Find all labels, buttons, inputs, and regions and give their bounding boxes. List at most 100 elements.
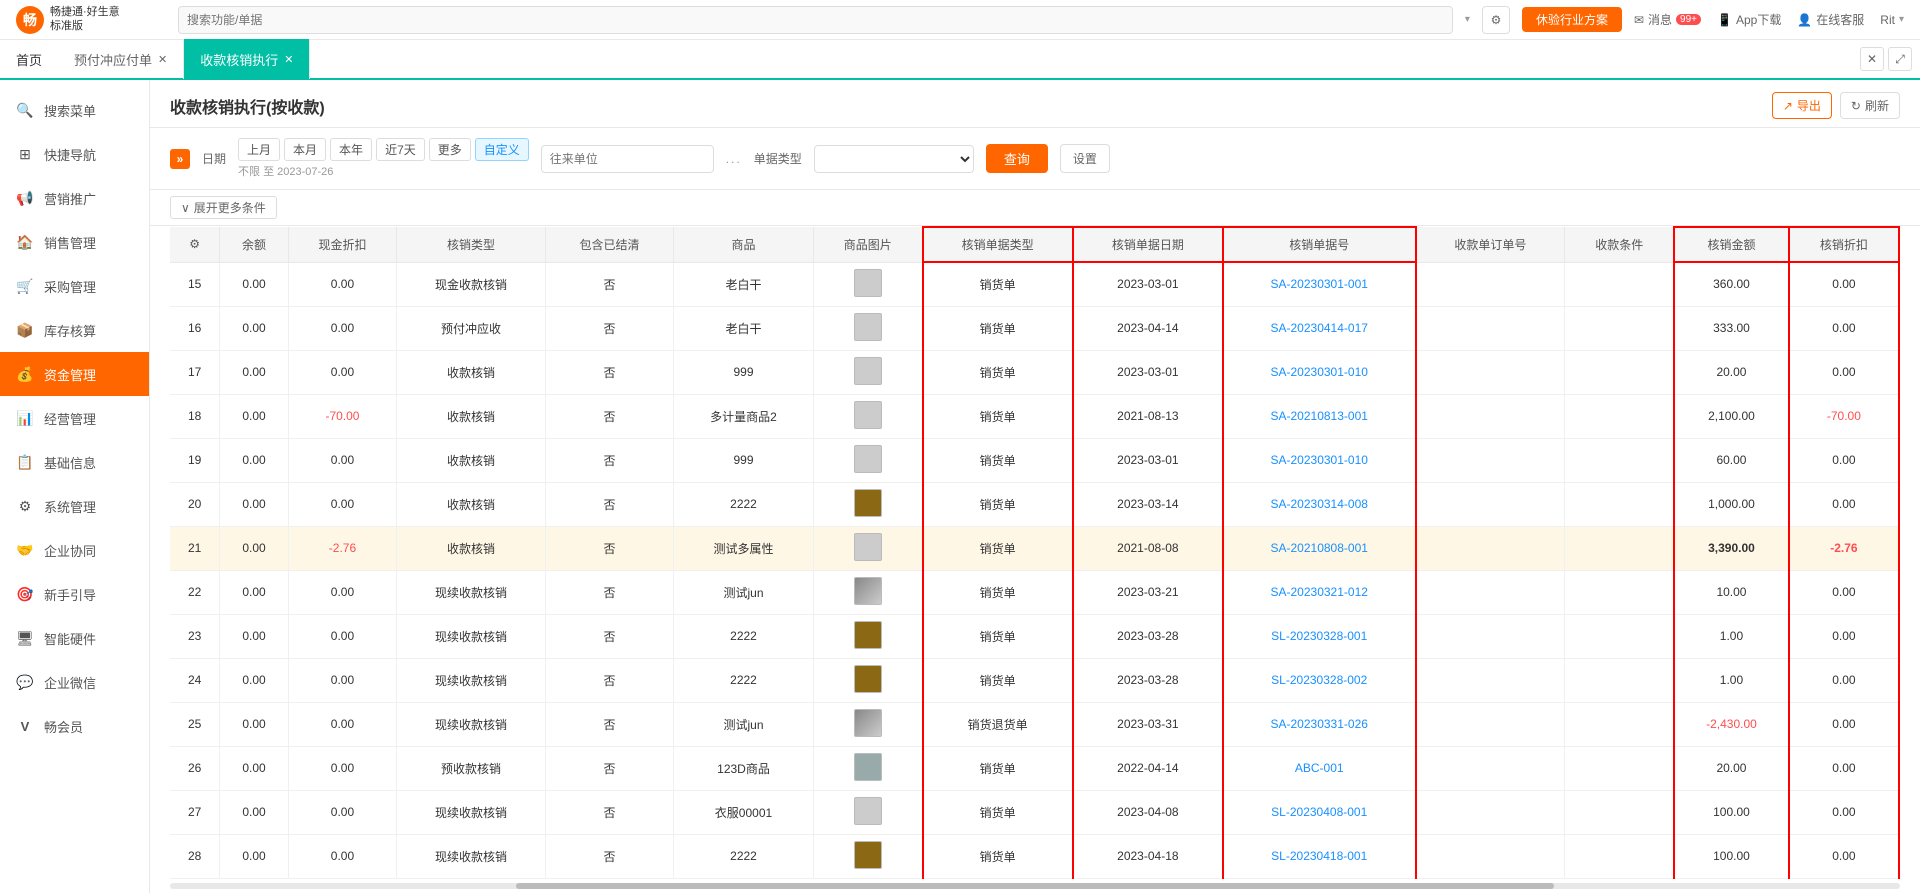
tab-prepay[interactable]: 预付冲应付单 ✕ [58, 39, 184, 79]
cell-voucher-date: 2023-03-21 [1073, 570, 1223, 614]
cell-settled: 否 [545, 262, 673, 306]
cell-type: 现续收款核销 [397, 834, 546, 878]
cell-balance: 0.00 [220, 350, 288, 394]
cell-voucher-no[interactable]: SA-20210808-001 [1223, 526, 1416, 570]
sidebar-item-system[interactable]: ⚙ 系统管理 [0, 484, 149, 528]
cell-condition [1565, 702, 1674, 746]
date-btn-this-month[interactable]: 本月 [284, 138, 326, 161]
cell-amount: 10.00 [1674, 570, 1789, 614]
date-btn-this-year[interactable]: 本年 [330, 138, 372, 161]
cell-amount: 3,390.00 [1674, 526, 1789, 570]
cell-voucher-no[interactable]: SA-20230301-001 [1223, 262, 1416, 306]
industry-solution-button[interactable]: 休验行业方案 [1522, 7, 1622, 32]
tab-close-button[interactable]: ✕ [1860, 47, 1884, 71]
cell-cash-discount: 0.00 [288, 614, 396, 658]
col-header-settings[interactable]: ⚙ [170, 227, 220, 262]
table-container: ⚙ 余额 现金折扣 核销类型 包含已结清 商品 商品图片 核销单据类型 核销单据… [150, 226, 1920, 879]
cell-voucher-no[interactable]: ABC-001 [1223, 746, 1416, 790]
tab-home[interactable]: 首页 [0, 39, 58, 79]
cell-voucher-no[interactable]: SA-20230331-026 [1223, 702, 1416, 746]
sidebar-item-finance[interactable]: 💰 资金管理 [0, 352, 149, 396]
cell-no: 28 [170, 834, 220, 878]
top-search-input[interactable] [178, 6, 1453, 34]
cell-receipt-no [1416, 570, 1565, 614]
cell-voucher-no[interactable]: SL-20230328-002 [1223, 658, 1416, 702]
cell-product: 999 [674, 350, 814, 394]
date-btn-more[interactable]: 更多 [429, 138, 471, 161]
filter-settings-button[interactable]: 设置 [1060, 144, 1110, 173]
cell-voucher-no[interactable]: SA-20210813-001 [1223, 394, 1416, 438]
sidebar-item-operation[interactable]: 📊 经营管理 [0, 396, 149, 440]
cell-voucher-no[interactable]: SA-20230314-008 [1223, 482, 1416, 526]
date-btn-7days[interactable]: 近7天 [376, 138, 425, 161]
basic-icon: 📋 [16, 453, 34, 471]
cell-product: 测试多属性 [674, 526, 814, 570]
sidebar-item-inventory[interactable]: 📦 库存核算 [0, 308, 149, 352]
cell-type: 现续收款核销 [397, 658, 546, 702]
cell-amount: 333.00 [1674, 306, 1789, 350]
tab-prepay-close[interactable]: ✕ [158, 53, 167, 66]
date-btn-custom[interactable]: 自定义 [475, 138, 529, 161]
cell-voucher-no[interactable]: SL-20230328-001 [1223, 614, 1416, 658]
expand-more-button[interactable]: ∨ 展开更多条件 [170, 196, 277, 219]
cell-type: 现金收款核销 [397, 262, 546, 306]
sidebar-item-sales[interactable]: 🏠 销售管理 [0, 220, 149, 264]
cell-balance: 0.00 [220, 614, 288, 658]
sidebar-item-nav[interactable]: ⊞ 快捷导航 [0, 132, 149, 176]
cell-type: 预收款核销 [397, 746, 546, 790]
voucher-type-label: 单据类型 [754, 150, 802, 167]
cell-settled: 否 [545, 350, 673, 394]
cell-voucher-no[interactable]: SL-20230418-001 [1223, 834, 1416, 878]
cell-receipt-no [1416, 790, 1565, 834]
search-dropdown-icon: ▾ [1465, 14, 1470, 25]
sidebar-item-wechat[interactable]: 💬 企业微信 [0, 660, 149, 704]
query-button[interactable]: 查询 [986, 144, 1048, 173]
voucher-type-select[interactable] [814, 145, 974, 173]
filter-expand-button[interactable]: » [170, 149, 190, 169]
cell-settled: 否 [545, 570, 673, 614]
sidebar-item-basic[interactable]: 📋 基础信息 [0, 440, 149, 484]
export-button[interactable]: ↗ 导出 [1772, 92, 1832, 119]
tab-receipt-cancel[interactable]: 收款核销执行 ✕ [184, 39, 310, 79]
sidebar-item-collab[interactable]: 🤝 企业协同 [0, 528, 149, 572]
table-row: 23 0.00 0.00 现续收款核销 否 2222 销货单 2023-03-2… [170, 614, 1899, 658]
cell-product-img [813, 746, 922, 790]
table-row: 19 0.00 0.00 收款核销 否 999 销货单 2023-03-01 S… [170, 438, 1899, 482]
tab-controls: ✕ ⤢ [1852, 47, 1920, 71]
user-menu[interactable]: Rit ▾ [1880, 13, 1904, 27]
cell-cash-discount: 0.00 [288, 746, 396, 790]
tab-receipt-cancel-close[interactable]: ✕ [284, 53, 293, 66]
data-table: ⚙ 余额 现金折扣 核销类型 包含已结清 商品 商品图片 核销单据类型 核销单据… [170, 226, 1900, 879]
settings-button[interactable]: ⚙ [1482, 6, 1510, 34]
sales-icon: 🏠 [16, 233, 34, 251]
cell-voucher-type: 销货单 [923, 306, 1073, 350]
refresh-button[interactable]: ↻ 刷新 [1840, 92, 1900, 119]
sidebar-item-marketing[interactable]: 📢 营销推广 [0, 176, 149, 220]
table-row: 17 0.00 0.00 收款核销 否 999 销货单 2023-03-01 S… [170, 350, 1899, 394]
cell-product: 老白干 [674, 306, 814, 350]
sidebar-item-purchase[interactable]: 🛒 采购管理 [0, 264, 149, 308]
marketing-icon: 📢 [16, 189, 34, 207]
date-btn-last-month[interactable]: 上月 [238, 138, 280, 161]
messages-button[interactable]: ✉ 消息 99+ [1634, 11, 1701, 28]
download-icon: 📱 [1717, 13, 1732, 27]
col-header-amount: 核销金额 [1674, 227, 1789, 262]
sidebar-item-guide[interactable]: 🎯 新手引导 [0, 572, 149, 616]
cell-voucher-no[interactable]: SL-20230408-001 [1223, 790, 1416, 834]
online-service-button[interactable]: 👤 在线客服 [1797, 11, 1864, 28]
cell-voucher-no[interactable]: SA-20230301-010 [1223, 350, 1416, 394]
col-header-receipt-no: 收款单订单号 [1416, 227, 1565, 262]
cell-voucher-no[interactable]: SA-20230321-012 [1223, 570, 1416, 614]
partner-input[interactable] [541, 145, 714, 173]
cell-voucher-no[interactable]: SA-20230414-017 [1223, 306, 1416, 350]
cell-voucher-no[interactable]: SA-20230301-010 [1223, 438, 1416, 482]
top-actions: ✉ 消息 99+ 📱 App下载 👤 在线客服 Rit ▾ [1634, 11, 1904, 28]
cell-cash-discount: 0.00 [288, 702, 396, 746]
cell-settled: 否 [545, 438, 673, 482]
tab-expand-button[interactable]: ⤢ [1888, 47, 1912, 71]
sidebar-item-member[interactable]: V 畅会员 [0, 704, 149, 748]
refresh-icon: ↻ [1851, 99, 1861, 113]
app-download-button[interactable]: 📱 App下载 [1717, 11, 1781, 28]
sidebar-item-hardware[interactable]: 🖥 智能硬件 [0, 616, 149, 660]
sidebar-item-search[interactable]: 🔍 搜索菜单 [0, 88, 149, 132]
